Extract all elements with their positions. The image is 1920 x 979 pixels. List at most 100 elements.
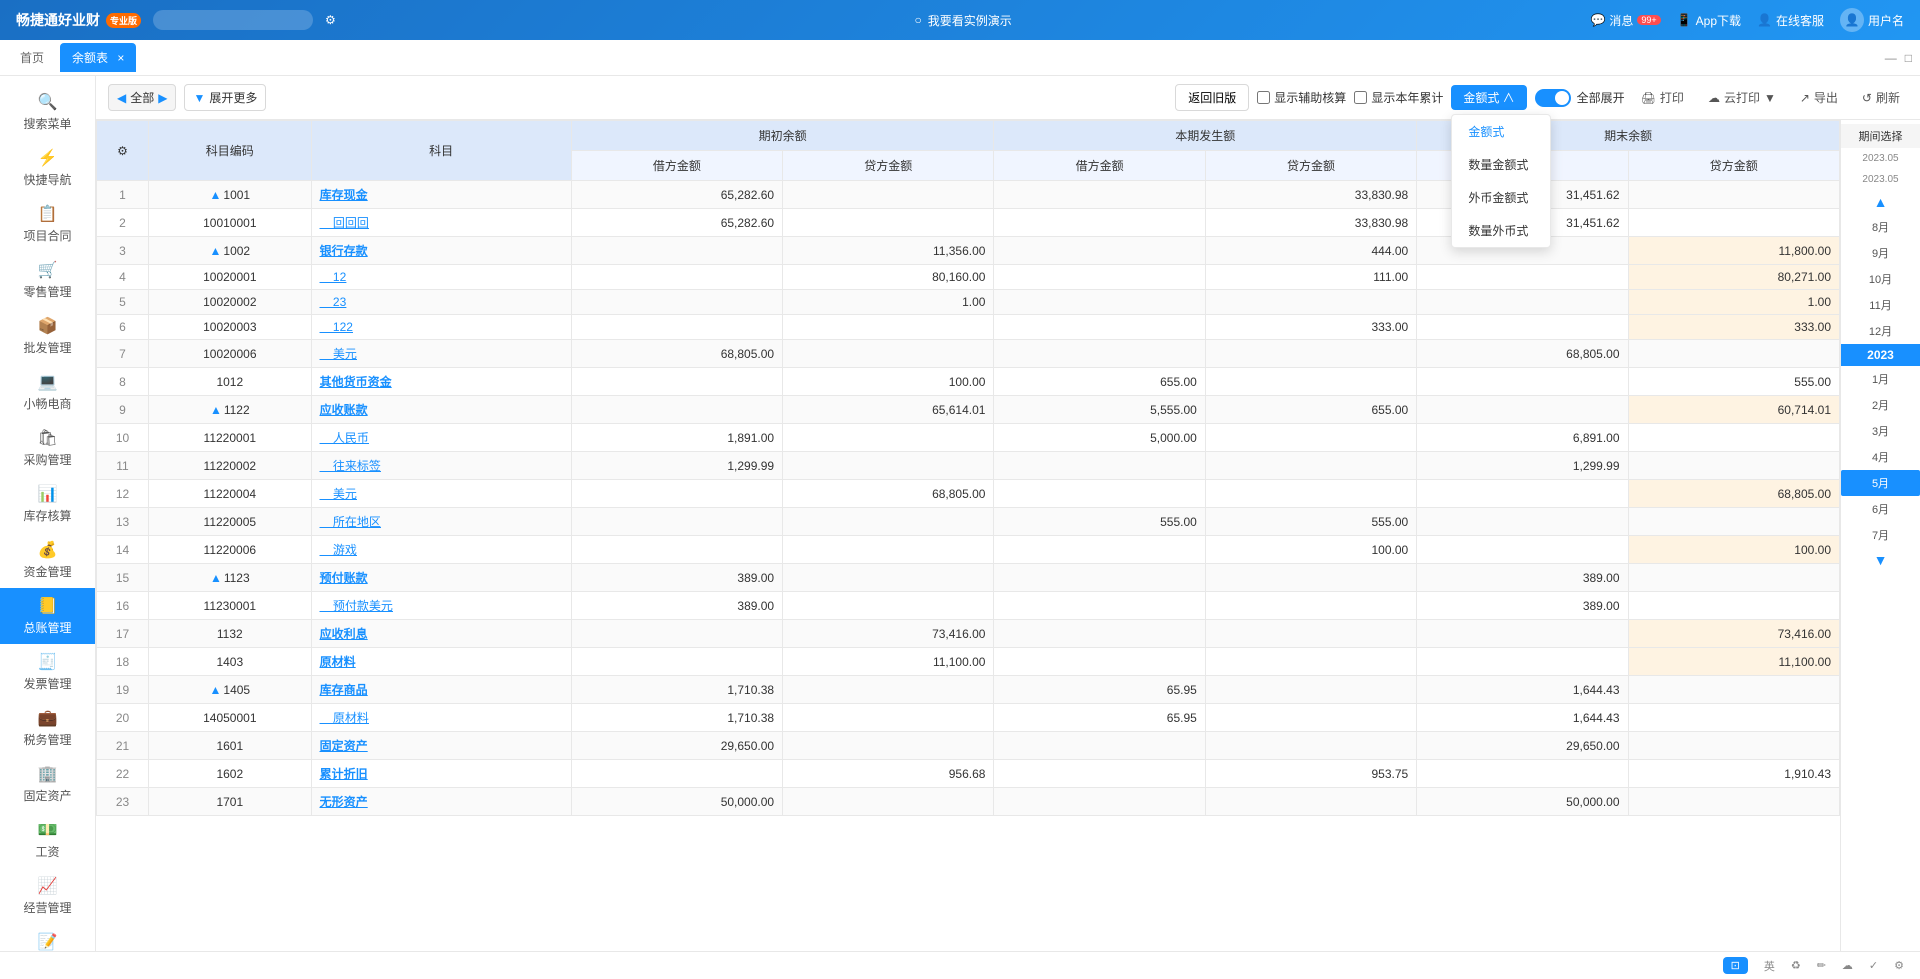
status-item-check[interactable]: ✓ — [1869, 959, 1878, 972]
row-subject[interactable]: 回回回 — [311, 209, 571, 237]
period-may[interactable]: 5月 — [1841, 470, 1920, 496]
sidebar-item-purchase[interactable]: 🛍 采购管理 — [0, 420, 95, 476]
period-feb[interactable]: 2月 — [1841, 392, 1920, 418]
period-mar[interactable]: 3月 — [1841, 418, 1920, 444]
format-option-foreign-amount[interactable]: 外币金额式 — [1452, 181, 1550, 214]
row-subject[interactable]: 累计折旧 — [311, 760, 571, 788]
period-jun[interactable]: 6月 — [1841, 496, 1920, 522]
status-item-edit[interactable]: ✏ — [1817, 959, 1826, 972]
user-menu[interactable]: 👤 用户名 — [1840, 8, 1904, 32]
status-item-1[interactable]: ⊡ — [1723, 957, 1748, 974]
period-sep[interactable]: 9月 — [1841, 240, 1920, 266]
top-search-input[interactable] — [153, 10, 313, 30]
format-option-qty-foreign[interactable]: 数量外币式 — [1452, 214, 1550, 247]
col-settings[interactable]: ⚙ — [97, 121, 149, 181]
sidebar-item-wholesale[interactable]: 📦 批发管理 — [0, 308, 95, 364]
sidebar-item-payroll[interactable]: 💵 工资 — [0, 812, 95, 868]
row-subject[interactable]: 美元 — [311, 340, 571, 368]
period-nov[interactable]: 11月 — [1841, 292, 1920, 318]
sidebar-item-expense[interactable]: 📝 小畅报销 — [0, 924, 95, 951]
sidebar-item-project[interactable]: 📋 项目合同 — [0, 196, 95, 252]
row-subject[interactable]: 应收账款 — [311, 396, 571, 424]
row-subject[interactable]: 原材料 — [311, 648, 571, 676]
toggle-switch[interactable] — [1535, 89, 1571, 107]
row-subject[interactable]: 往来标签 — [311, 452, 571, 480]
format-option-amount[interactable]: 金额式 — [1452, 115, 1550, 148]
app-download-btn[interactable]: 📱 App下载 — [1677, 12, 1741, 29]
sidebar-item-operations[interactable]: 📈 经营管理 — [0, 868, 95, 924]
row-subject[interactable]: 应收利息 — [311, 620, 571, 648]
row-subject[interactable]: 12 — [311, 265, 571, 290]
sidebar-item-search[interactable]: 🔍 搜索菜单 — [0, 84, 95, 140]
sidebar-item-tax[interactable]: 💼 税务管理 — [0, 700, 95, 756]
sidebar-item-invoice[interactable]: 🧾 发票管理 — [0, 644, 95, 700]
format-dropdown-btn[interactable]: 金额式 ∧ — [1451, 85, 1526, 110]
row-subject[interactable]: 银行存款 — [311, 237, 571, 265]
row-subject[interactable]: 所在地区 — [311, 508, 571, 536]
expand-more-btn[interactable]: ▼ 展开更多 — [184, 84, 266, 111]
settings-icon-top[interactable]: ⚙ — [325, 13, 336, 27]
row-subject[interactable]: 预付账款 — [311, 564, 571, 592]
cloud-print-btn[interactable]: ☁ 云打印 ▼ — [1700, 85, 1784, 110]
sidebar-item-inventory[interactable]: 📊 库存核算 — [0, 476, 95, 532]
print-btn[interactable]: 🖨 打印 — [1633, 85, 1692, 110]
all-filter-btn[interactable]: ◀ 全部 ▶ — [108, 84, 176, 111]
row-op-credit — [783, 340, 994, 368]
period-jul[interactable]: 7月 — [1841, 522, 1920, 548]
expand-all-toggle[interactable]: 全部展开 — [1535, 89, 1625, 107]
period-up-btn[interactable]: ▲ — [1870, 190, 1892, 214]
row-subject[interactable]: 23 — [311, 290, 571, 315]
row-cl-credit: 68,805.00 — [1628, 480, 1839, 508]
show-ytd-check[interactable]: 显示本年累计 — [1354, 89, 1443, 106]
row-subject[interactable]: 库存商品 — [311, 676, 571, 704]
show-subsidiary-check[interactable]: 显示辅助核算 — [1257, 89, 1346, 106]
sidebar-item-funds[interactable]: 💰 资金管理 — [0, 532, 95, 588]
period-aug[interactable]: 8月 — [1841, 214, 1920, 240]
sidebar-item-assets[interactable]: 🏢 固定资产 — [0, 756, 95, 812]
sidebar-item-retail[interactable]: 🛒 零售管理 — [0, 252, 95, 308]
subsidiary-checkbox[interactable] — [1257, 91, 1270, 104]
row-subject[interactable]: 人民币 — [311, 424, 571, 452]
period-oct[interactable]: 10月 — [1841, 266, 1920, 292]
app-edition: 专业版 — [106, 13, 141, 28]
row-subject[interactable]: 预付款美元 — [311, 592, 571, 620]
message-btn[interactable]: 💬 消息 99+ — [1590, 12, 1660, 29]
refresh-btn[interactable]: ↺ 刷新 — [1854, 85, 1908, 110]
maximize-icon[interactable]: □ — [1905, 51, 1912, 65]
period-year-start: 2023.05 — [1841, 148, 1920, 169]
row-subject[interactable]: 美元 — [311, 480, 571, 508]
period-jan[interactable]: 1月 — [1841, 366, 1920, 392]
tab-home[interactable]: 首页 — [8, 43, 56, 72]
sidebar-item-ledger[interactable]: 📒 总账管理 — [0, 588, 95, 644]
back-old-version-btn[interactable]: 返回旧版 — [1175, 84, 1249, 111]
row-subject[interactable]: 库存现金 — [311, 181, 571, 209]
format-option-qty-amount[interactable]: 数量金额式 — [1452, 148, 1550, 181]
table-row: 13 11220005 所在地区 555.00 555.00 — [97, 508, 1840, 536]
row-code: 1403 — [149, 648, 312, 676]
tab-close-icon[interactable]: × — [117, 51, 124, 65]
row-subject[interactable]: 固定资产 — [311, 732, 571, 760]
sidebar-item-ecommerce[interactable]: 💻 小畅电商 — [0, 364, 95, 420]
row-subject[interactable]: 122 — [311, 315, 571, 340]
period-down-btn[interactable]: ▼ — [1870, 548, 1892, 572]
row-subject[interactable]: 无形资产 — [311, 788, 571, 816]
row-subject[interactable]: 原材料 — [311, 704, 571, 732]
status-item-cloud[interactable]: ☁ — [1842, 959, 1853, 972]
status-item-settings[interactable]: ⚙ — [1894, 959, 1904, 972]
demo-text[interactable]: 我要看实例演示 — [928, 12, 1012, 29]
ytd-checkbox[interactable] — [1354, 91, 1367, 104]
sidebar-item-quick-nav[interactable]: ⚡ 快捷导航 — [0, 140, 95, 196]
row-subject[interactable]: 其他货币资金 — [311, 368, 571, 396]
row-cur-credit: 111.00 — [1205, 265, 1416, 290]
period-apr[interactable]: 4月 — [1841, 444, 1920, 470]
status-item-lang[interactable]: 英 — [1764, 958, 1775, 974]
status-item-refresh[interactable]: ♻ — [1791, 959, 1801, 972]
period-dec[interactable]: 12月 — [1841, 318, 1920, 344]
minimize-icon[interactable]: — — [1885, 51, 1897, 65]
export-btn[interactable]: ↗ 导出 — [1792, 85, 1846, 110]
table-row: 22 1602 累计折旧 956.68 953.75 1,910.43 — [97, 760, 1840, 788]
row-subject[interactable]: 游戏 — [311, 536, 571, 564]
online-service-btn[interactable]: 👤 在线客服 — [1757, 12, 1824, 29]
message-badge: 99+ — [1637, 15, 1660, 25]
tab-balance[interactable]: 余额表 × — [60, 43, 136, 72]
